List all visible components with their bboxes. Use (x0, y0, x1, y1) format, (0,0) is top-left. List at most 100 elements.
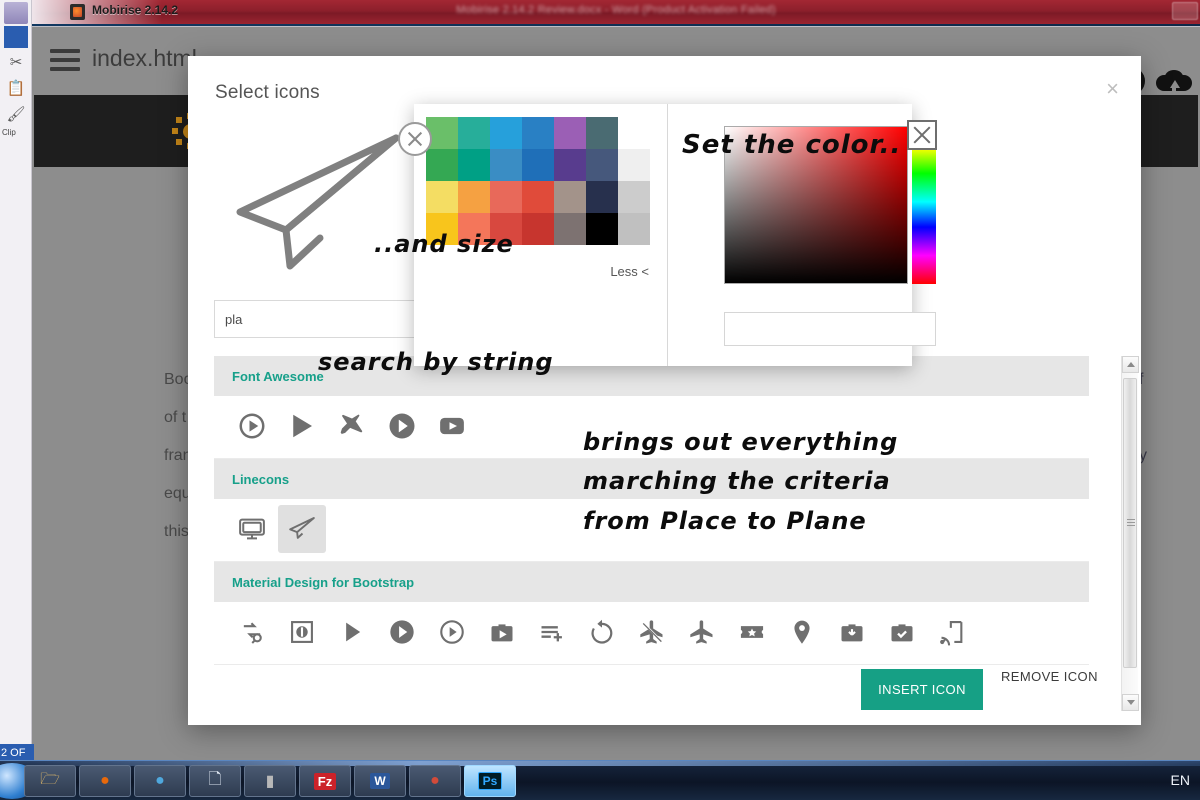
windows-taskbar: 🗁 ● ● 🗋 ▮ Fz W ● Ps EN (0, 760, 1200, 800)
color-swatch[interactable] (618, 181, 650, 213)
taskbar-buttons[interactable]: 🗁 ● ● 🗋 ▮ Fz W ● Ps (24, 765, 516, 797)
copy-icon[interactable]: 📋 (4, 78, 28, 100)
annotation-search-by-string: search by string (318, 348, 554, 376)
local-play-ticket-icon[interactable] (728, 608, 776, 656)
group-header-label: Linecons (232, 472, 289, 487)
window-controls[interactable] (1172, 2, 1198, 20)
web-browser-icon: ● (155, 772, 165, 790)
youtube-play-icon[interactable] (428, 402, 476, 450)
color-swatch[interactable] (490, 149, 522, 181)
minimize-button[interactable] (1172, 2, 1198, 20)
color-swatch[interactable] (426, 181, 458, 213)
icon-row (214, 602, 1089, 665)
color-swatch[interactable] (618, 213, 650, 245)
color-swatch[interactable] (490, 181, 522, 213)
color-swatch[interactable] (490, 117, 522, 149)
scroll-up-icon[interactable] (1122, 356, 1139, 373)
notepad-editor-icon: 🗋 (209, 768, 222, 795)
color-swatch[interactable] (586, 213, 618, 245)
taskbar-item-photoshop[interactable]: Ps (464, 765, 516, 797)
group-header-label: Material Design for Bootstrap (232, 575, 414, 590)
color-swatch[interactable] (522, 117, 554, 149)
filezilla-icon: Fz (314, 773, 336, 790)
background-document-title: Mobirise 2.14.2 Review.docx - Word (Prod… (32, 4, 1200, 16)
taskbar-item-web-browser[interactable]: ● (134, 765, 186, 797)
scroll-down-icon[interactable] (1122, 694, 1139, 711)
taskbar-item-word[interactable]: W (354, 765, 406, 797)
color-swatch[interactable] (522, 181, 554, 213)
close-icon[interactable] (907, 120, 937, 150)
play-for-work-bag-icon[interactable] (478, 608, 526, 656)
autoplay-refresh-icon[interactable] (228, 608, 276, 656)
color-swatch[interactable] (618, 149, 650, 181)
play-arrow-icon[interactable] (328, 608, 376, 656)
taskbar-item-notepad-editor[interactable]: 🗋 (189, 765, 241, 797)
color-swatch[interactable] (586, 181, 618, 213)
airplanemode-off-icon[interactable] (628, 608, 676, 656)
page-title: index.html (92, 45, 197, 72)
language-indicator[interactable]: EN (1171, 772, 1190, 788)
get-app-bag-icon[interactable] (828, 608, 876, 656)
taskbar-item-file-explorer[interactable]: 🗁 (24, 765, 76, 797)
color-swatch[interactable] (554, 181, 586, 213)
remove-icon-button[interactable]: REMOVE ICON (1001, 669, 1098, 684)
play-circle-outline-icon[interactable] (228, 402, 276, 450)
color-swatch[interactable] (554, 213, 586, 245)
format-painter-icon[interactable]: 🖌 (4, 104, 28, 126)
replay-icon[interactable] (578, 608, 626, 656)
close-icon[interactable]: × (1106, 78, 1119, 100)
group-header-material-design: Material Design for Bootstrap (214, 562, 1089, 602)
firefox-icon: ● (100, 772, 110, 790)
color-panel-close-round-icon[interactable] (398, 122, 432, 156)
less-toggle-link[interactable]: Less < (610, 264, 649, 279)
scrollbar-grip (1127, 519, 1135, 527)
word-icon: W (370, 773, 389, 789)
hamburger-menu-icon[interactable] (50, 49, 80, 71)
annotation-and-size: ..and size (374, 230, 514, 258)
publish-cloud-upload-icon[interactable] (1156, 69, 1192, 95)
body-text-fragment: this (164, 523, 189, 541)
taskbar-item-skype[interactable]: ● (409, 765, 461, 797)
scrollbar-thumb[interactable] (1123, 378, 1137, 668)
play-solid-icon[interactable] (278, 402, 326, 450)
play-circle-solid-icon[interactable] (378, 402, 426, 450)
save-icon[interactable] (4, 2, 28, 24)
photoshop-icon: Ps (478, 772, 503, 790)
brightness-box-icon[interactable] (278, 608, 326, 656)
work-check-bag-icon[interactable] (878, 608, 926, 656)
color-swatch[interactable] (586, 149, 618, 181)
plane-icon[interactable] (328, 402, 376, 450)
color-swatch[interactable] (618, 117, 650, 149)
taskbar-item-mobirise[interactable]: ▮ (244, 765, 296, 797)
color-swatch[interactable] (522, 213, 554, 245)
display-monitor-icon[interactable] (228, 505, 276, 553)
color-swatch[interactable] (426, 149, 458, 181)
color-swatch[interactable] (554, 149, 586, 181)
cut-icon[interactable]: ✂ (4, 52, 28, 74)
play-circle-filled-icon[interactable] (378, 608, 426, 656)
annotation-set-the-color: Set the color.. (682, 130, 901, 160)
color-swatch[interactable] (522, 149, 554, 181)
taskbar-item-firefox[interactable]: ● (79, 765, 131, 797)
window-titlebar: Mobirise 2.14.2 Mobirise 2.14.2 Review.d… (32, 0, 1200, 24)
color-swatch[interactable] (586, 117, 618, 149)
color-swatch[interactable] (458, 117, 490, 149)
selection-icon[interactable] (4, 26, 28, 48)
annotation-brings-line-1: brings out everything (583, 428, 898, 456)
color-swatch[interactable] (554, 117, 586, 149)
dialog-title: Select icons (215, 82, 320, 104)
search-input[interactable] (214, 300, 426, 338)
color-swatch-grid[interactable] (426, 117, 650, 245)
place-pin-icon[interactable] (778, 608, 826, 656)
playlist-add-icon[interactable] (528, 608, 576, 656)
airplanemode-on-icon[interactable] (678, 608, 726, 656)
color-swatch[interactable] (458, 181, 490, 213)
taskbar-item-filezilla[interactable]: Fz (299, 765, 351, 797)
icon-list-scrollbar[interactable] (1121, 356, 1138, 711)
color-swatch[interactable] (458, 149, 490, 181)
hex-color-input[interactable] (724, 312, 936, 346)
paper-plane-icon[interactable] (278, 505, 326, 553)
insert-icon-button[interactable]: INSERT ICON (861, 669, 983, 710)
cast-screen-icon[interactable] (928, 608, 976, 656)
play-circle-outline-icon[interactable] (428, 608, 476, 656)
